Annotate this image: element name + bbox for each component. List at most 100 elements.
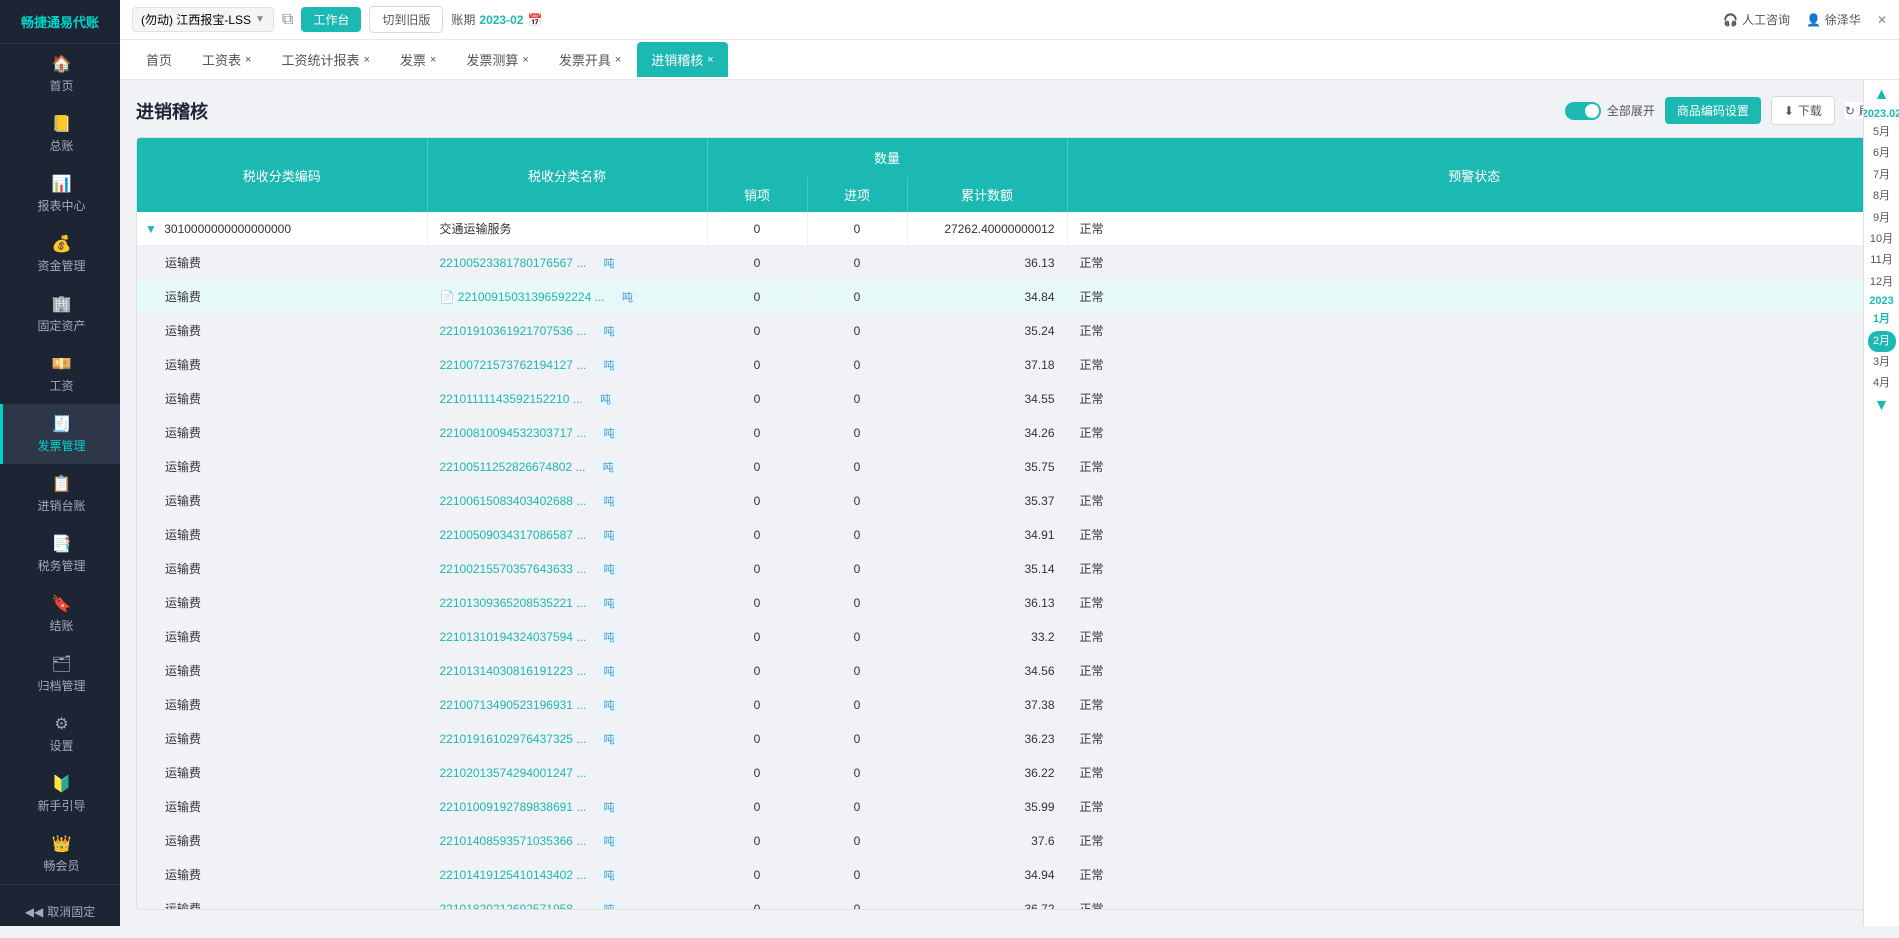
detail-code-link[interactable]: 22101916102976437325 ... [440, 732, 587, 746]
timeline-month-10[interactable]: 10月 [1866, 229, 1883, 250]
child-label: 运输费 [137, 450, 427, 484]
detail-code-link[interactable]: 22101408593571035366 ... [440, 834, 587, 848]
download-button[interactable]: ⬇ 下载 [1771, 96, 1835, 125]
detail-code-link[interactable]: 22100713490523196931 ... [440, 698, 587, 712]
sidebar-item-reports[interactable]: 📊报表中心 [0, 164, 120, 224]
pin-icon: ◀◀ [25, 905, 43, 919]
archive-icon: 🗂 [51, 654, 71, 674]
page-actions: 全部展开 商品编码设置 ⬇ 下载 ↻ 刷新 [1565, 96, 1883, 125]
child-detail-code: 22101419125410143402 ... 吨 [427, 858, 707, 892]
detail-code-link[interactable]: 22100523381780176567 ... [440, 256, 587, 270]
tab-close-salary[interactable]: × [245, 54, 251, 66]
detail-code-link[interactable]: 22101309365208535221 ... [440, 596, 587, 610]
child-cumulative: 36.72 [907, 892, 1067, 911]
tab-close-invoice-open[interactable]: × [615, 54, 621, 66]
sidebar-item-home[interactable]: 🏠首页 [0, 44, 120, 104]
product-code-setting-button[interactable]: 商品编码设置 [1665, 97, 1761, 124]
unit-badge: 吨 [598, 563, 621, 577]
tab-salary[interactable]: 工资表× [188, 42, 265, 77]
detail-code-link[interactable]: 22100215570357643633 ... [440, 562, 587, 576]
detail-code-link[interactable]: 22101820212692571958 ... [440, 902, 587, 911]
sidebar: 畅捷通易代账 🏠首页📒总账📊报表中心💰资金管理🏢固定资产💴工资🧾发票管理📋进销台… [0, 0, 120, 926]
timeline-down-nav[interactable]: ▼ [1874, 395, 1883, 417]
detail-code-link[interactable]: 22100615083403402688 ... [440, 494, 587, 508]
detail-code-link[interactable]: 22100509034317086587 ... [440, 528, 587, 542]
timeline-month-12[interactable]: 12月 [1866, 272, 1883, 293]
detail-code-link[interactable]: 22102013574294001247 ... [440, 766, 587, 780]
detail-code-link[interactable]: 22101310194324037594 ... [440, 630, 587, 644]
detail-code-link[interactable]: 22100511252826674802 ... [440, 460, 586, 474]
timeline-month-4[interactable]: 4月 [1866, 373, 1883, 394]
detail-code-link[interactable]: 22101419125410143402 ... [440, 868, 587, 882]
support-button[interactable]: 🎧 人工咨询 [1723, 11, 1790, 28]
sidebar-item-member[interactable]: 👑畅会员 [0, 824, 120, 884]
workbench-button[interactable]: 工作台 [301, 7, 361, 32]
expand-icon[interactable]: ▼ [145, 222, 157, 236]
sidebar-item-guide[interactable]: 🔰新手引导 [0, 764, 120, 824]
tab-home[interactable]: 首页 [132, 42, 186, 77]
child-cumulative: 36.23 [907, 722, 1067, 756]
timeline-month-11[interactable]: 11月 [1866, 250, 1883, 271]
period-selector[interactable]: 账期 2023-02 📅 [451, 11, 542, 28]
unit-badge: 吨 [598, 359, 621, 373]
toggle-switch[interactable] [1565, 102, 1601, 120]
tab-invoice-calc[interactable]: 发票测算× [452, 42, 542, 77]
tab-invoice[interactable]: 发票× [386, 42, 450, 77]
tab-in-out-verify[interactable]: 进销稽核× [637, 42, 727, 77]
detail-code-link[interactable]: 22101314030816191223 ... [440, 664, 587, 678]
child-status: 正常 [1067, 484, 1882, 518]
user-menu[interactable]: 👤 徐泽华 [1806, 11, 1861, 28]
child-status: 正常 [1067, 586, 1882, 620]
table-row: ▼ 3010000000000000000 交通运输服务 0 0 27262.4… [137, 212, 1882, 246]
detail-code-link[interactable]: 22101910361921707536 ... [440, 324, 587, 338]
timeline-month-1[interactable]: 1月 [1866, 309, 1883, 330]
table-row: 运输费 22100215570357643633 ... 吨 0 0 35.14… [137, 552, 1882, 586]
timeline-month-8[interactable]: 8月 [1866, 186, 1883, 207]
child-cumulative: 34.84 [907, 280, 1067, 314]
detail-code-link[interactable]: 22100915031396592224 ... [458, 290, 605, 304]
child-purchase: 0 [807, 722, 907, 756]
content-area: 进销稽核 全部展开 商品编码设置 ⬇ 下载 ↻ 刷新 [120, 80, 1899, 926]
fixed-assets-icon: 🏢 [52, 294, 72, 314]
tab-close-in-out-verify[interactable]: × [707, 54, 713, 66]
sidebar-item-in-out-account[interactable]: 📋进销台账 [0, 464, 120, 524]
sidebar-item-settlement[interactable]: 🔖结账 [0, 584, 120, 644]
sidebar-item-ledger[interactable]: 📒总账 [0, 104, 120, 164]
child-status: 正常 [1067, 756, 1882, 790]
child-purchase: 0 [807, 552, 907, 586]
tab-close-invoice-calc[interactable]: × [522, 54, 528, 66]
tab-invoice-open[interactable]: 发票开具× [545, 42, 635, 77]
child-label: 运输费 [137, 756, 427, 790]
detail-code-link[interactable]: 22100721573762194127 ... [440, 358, 587, 372]
table-row: 运输费 📄 22100915031396592224 ... 吨 0 0 34.… [137, 280, 1882, 314]
sidebar-item-tax[interactable]: 📑税务管理 [0, 524, 120, 584]
child-sales: 0 [707, 450, 807, 484]
toggle-all-control[interactable]: 全部展开 [1565, 102, 1655, 120]
sidebar-item-fixed-assets[interactable]: 🏢固定资产 [0, 284, 120, 344]
table-row: 运输费 22101111143592152210 ... 吨 0 0 34.55… [137, 382, 1882, 416]
tab-close-salary-report[interactable]: × [363, 54, 369, 66]
tab-close-invoice[interactable]: × [430, 54, 436, 66]
detail-code-link[interactable]: 22101009192789838691 ... [440, 800, 587, 814]
sidebar-item-salary[interactable]: 💴工资 [0, 344, 120, 404]
close-window-button[interactable]: ✕ [1877, 13, 1887, 27]
sidebar-item-capital[interactable]: 💰资金管理 [0, 224, 120, 284]
unpin-button[interactable]: ◀◀ 取消固定 [0, 895, 120, 928]
timeline-month-7[interactable]: 7月 [1866, 165, 1883, 186]
detail-code-link[interactable]: 22101111143592152210 ... [440, 392, 583, 406]
sidebar-item-invoice-mgmt[interactable]: 🧾发票管理 [0, 404, 120, 464]
company-selector[interactable]: (勿动) 江西报宝-LSS ▼ [132, 7, 274, 32]
child-sales: 0 [707, 586, 807, 620]
table-row: 运输费 22101820212692571958 ... 吨 0 0 36.72… [137, 892, 1882, 911]
tab-salary-report[interactable]: 工资统计报表× [267, 42, 383, 77]
timeline-month-3[interactable]: 3月 [1866, 352, 1883, 373]
detail-code-link[interactable]: 22100810094532303717 ... [440, 426, 587, 440]
sidebar-item-archive[interactable]: 🗂归档管理 [0, 644, 120, 704]
salary-icon: 💴 [52, 354, 72, 374]
switch-version-button[interactable]: 切到旧版 [369, 6, 443, 33]
sidebar-item-settings[interactable]: ⚙设置 [0, 704, 120, 764]
copy-icon[interactable]: ⧉ [282, 11, 293, 29]
timeline-month-6[interactable]: 6月 [1866, 143, 1883, 164]
timeline-month-9[interactable]: 9月 [1866, 208, 1883, 229]
timeline-month-2[interactable]: 2月 [1868, 331, 1884, 352]
